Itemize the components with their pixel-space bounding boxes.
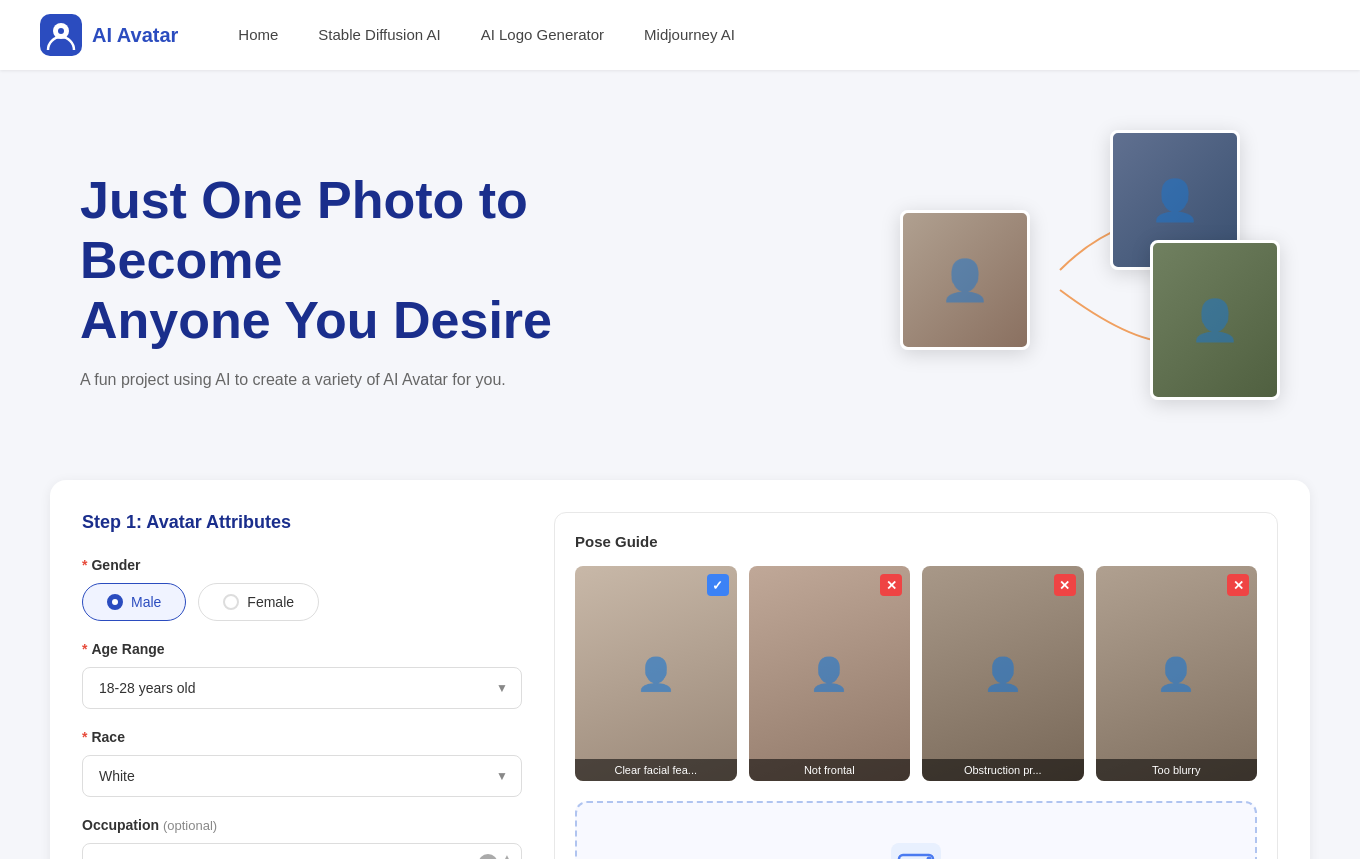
hero-section: Just One Photo to Become Anyone You Desi…: [0, 70, 1360, 480]
nav-links: Home Stable Diffusion AI AI Logo Generat…: [238, 26, 735, 44]
race-select[interactable]: White Asian Black Hispanic Other: [82, 755, 522, 797]
pose-icon-not-frontal: ✕: [880, 574, 902, 596]
hero-title: Just One Photo to Become Anyone You Desi…: [80, 171, 680, 350]
required-star-race: *: [82, 729, 87, 745]
age-label-text: Age Range: [91, 641, 164, 657]
pose-img-not-frontal: 👤: [749, 566, 911, 781]
gender-label: * Gender: [82, 557, 522, 573]
occupation-label-text: Occupation: [82, 817, 159, 833]
svg-point-2: [58, 28, 64, 34]
race-label-text: Race: [91, 729, 124, 745]
pose-img-obstruction: 👤: [922, 566, 1084, 781]
pose-icon-too-blurry: ✕: [1227, 574, 1249, 596]
hero-title-line2: Anyone You Desire: [80, 291, 680, 351]
stepper-button[interactable]: ▲ ▼: [502, 852, 512, 859]
gender-options: Male Female: [82, 583, 522, 621]
nav-stable-diffusion[interactable]: Stable Diffusion AI: [318, 26, 440, 43]
radio-dot-male: [112, 599, 118, 605]
pose-card-obstruction: 👤 ✕ Obstruction pr...: [922, 566, 1084, 781]
logo-text: AI Avatar: [92, 24, 178, 47]
upload-icon: [891, 843, 941, 859]
pose-card-too-blurry: 👤 ✕ Too blurry: [1096, 566, 1258, 781]
hero-title-line1: Just One Photo to Become: [80, 171, 680, 291]
logo-icon: [40, 14, 82, 56]
occupation-label: Occupation (optional): [82, 817, 522, 833]
pose-icon-clear: ✓: [707, 574, 729, 596]
gender-male-label: Male: [131, 594, 161, 610]
age-select[interactable]: 18-28 years old 29-38 years old 39-48 ye…: [82, 667, 522, 709]
occupation-field: Occupation (optional) ✕ ▲ ▼: [82, 817, 522, 859]
required-star-gender: *: [82, 557, 87, 573]
race-field: * Race White Asian Black Hispanic Other …: [82, 729, 522, 797]
pose-card-not-frontal: 👤 ✕ Not frontal: [749, 566, 911, 781]
upload-area[interactable]: [575, 801, 1257, 859]
pose-guide-title: Pose Guide: [575, 533, 1257, 550]
pose-grid: 👤 ✓ Clear facial fea... 👤 ✕ Not frontal …: [575, 566, 1257, 781]
gender-female-label: Female: [247, 594, 294, 610]
pose-img-too-blurry: 👤: [1096, 566, 1258, 781]
nav-home[interactable]: Home: [238, 26, 278, 43]
pose-img-clear: 👤: [575, 566, 737, 781]
gender-male[interactable]: Male: [82, 583, 186, 621]
nav-ai-logo[interactable]: AI Logo Generator: [481, 26, 604, 43]
occupation-input[interactable]: [82, 843, 522, 859]
main-content: Step 1: Avatar Attributes * Gender Male: [0, 480, 1360, 859]
race-select-wrap: White Asian Black Hispanic Other ▼: [82, 755, 522, 797]
pose-badge-obstruction: Obstruction pr...: [922, 759, 1084, 781]
pose-badge-clear: Clear facial fea...: [575, 759, 737, 781]
gender-label-text: Gender: [91, 557, 140, 573]
step-title: Step 1: Avatar Attributes: [82, 512, 522, 533]
navbar: AI Avatar Home Stable Diffusion AI AI Lo…: [0, 0, 1360, 70]
race-label: * Race: [82, 729, 522, 745]
hero-images: 👤 👤 👤: [900, 130, 1280, 430]
step-card: Step 1: Avatar Attributes * Gender Male: [50, 480, 1310, 859]
hero-subtitle: A fun project using AI to create a varie…: [80, 371, 680, 389]
age-select-wrap: 18-28 years old 29-38 years old 39-48 ye…: [82, 667, 522, 709]
person-icon: 👤: [903, 213, 1027, 347]
pose-card-clear: 👤 ✓ Clear facial fea...: [575, 566, 737, 781]
required-star-age: *: [82, 641, 87, 657]
input-actions: ✕ ▲ ▼: [478, 852, 512, 859]
hero-result-image-2: 👤: [1150, 240, 1280, 400]
pose-icon-obstruction: ✕: [1054, 574, 1076, 596]
pose-section: Pose Guide 👤 ✓ Clear facial fea... 👤 ✕ N…: [554, 512, 1278, 859]
occupation-optional-text: (optional): [163, 818, 217, 833]
pose-badge-too-blurry: Too blurry: [1096, 759, 1258, 781]
form-section: Step 1: Avatar Attributes * Gender Male: [82, 512, 522, 859]
clear-occupation-button[interactable]: ✕: [478, 854, 498, 859]
occupation-input-wrap: ✕ ▲ ▼: [82, 843, 522, 859]
stepper-up: ▲: [502, 852, 512, 859]
pose-badge-not-frontal: Not frontal: [749, 759, 911, 781]
radio-circle-male: [107, 594, 123, 610]
hero-left: Just One Photo to Become Anyone You Desi…: [80, 171, 680, 388]
age-label: * Age Range: [82, 641, 522, 657]
gender-field: * Gender Male Female: [82, 557, 522, 621]
logo-link[interactable]: AI Avatar: [40, 14, 178, 56]
gender-female[interactable]: Female: [198, 583, 319, 621]
hero-source-image: 👤: [900, 210, 1030, 350]
age-field: * Age Range 18-28 years old 29-38 years …: [82, 641, 522, 709]
radio-circle-female: [223, 594, 239, 610]
person-icon: 👤: [1153, 243, 1277, 397]
nav-midjourney[interactable]: Midjourney AI: [644, 26, 735, 43]
